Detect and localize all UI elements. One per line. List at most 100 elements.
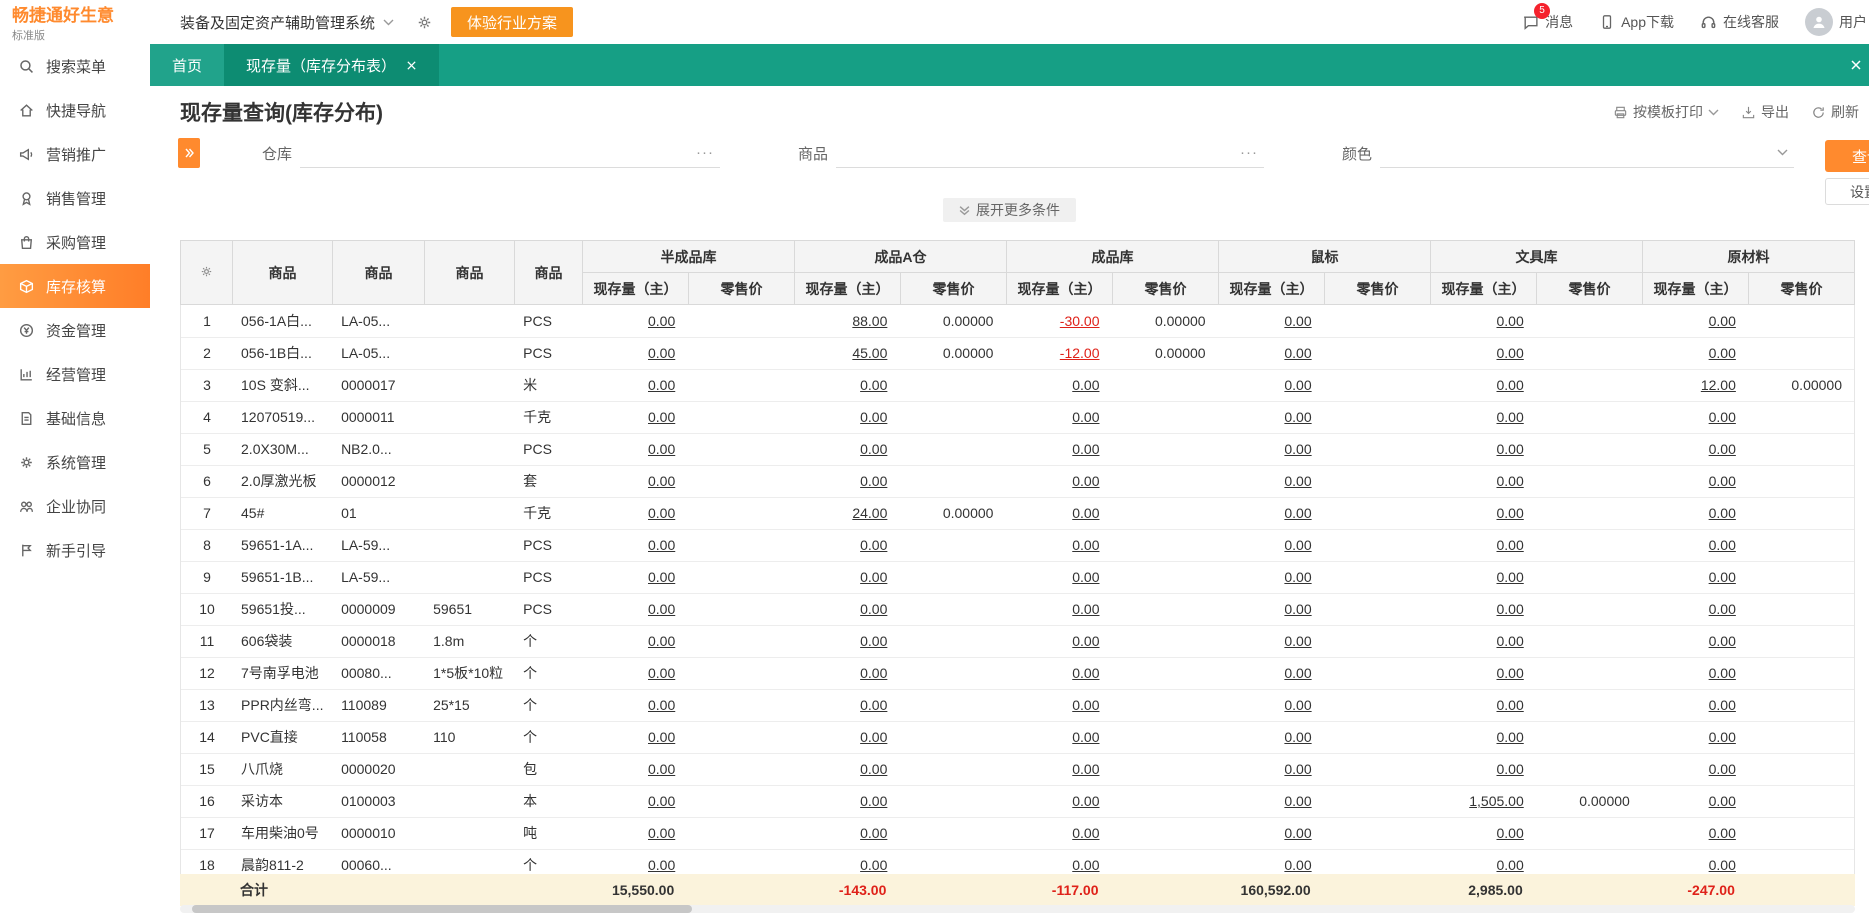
- filter-collapse-button[interactable]: [178, 138, 200, 168]
- qty-cell[interactable]: 0.00: [1219, 369, 1326, 402]
- qty-cell[interactable]: 0.00: [795, 593, 902, 626]
- qty-cell[interactable]: 0.00: [1007, 465, 1114, 498]
- qty-cell[interactable]: 0.00: [583, 817, 690, 850]
- expand-more-button[interactable]: 展开更多条件: [943, 198, 1076, 222]
- qty-cell[interactable]: 0.00: [1643, 529, 1750, 562]
- qty-cell[interactable]: 0.00: [1007, 401, 1114, 434]
- qty-cell[interactable]: 0.00: [583, 401, 690, 434]
- qty-cell[interactable]: 0.00: [583, 305, 690, 338]
- qty-cell[interactable]: 0.00: [1219, 657, 1326, 690]
- warehouse-picker-icon[interactable]: ···: [696, 144, 714, 161]
- qty-cell[interactable]: 0.00: [1007, 657, 1114, 690]
- qty-cell[interactable]: 0.00: [1219, 689, 1326, 722]
- qty-cell[interactable]: 0.00: [1219, 497, 1326, 530]
- qty-cell[interactable]: 0.00: [1643, 465, 1750, 498]
- qty-cell[interactable]: -30.00: [1007, 305, 1114, 338]
- qty-cell[interactable]: 0.00: [1219, 561, 1326, 594]
- qty-cell[interactable]: 0.00: [1007, 849, 1114, 874]
- qty-cell[interactable]: 0.00: [795, 433, 902, 466]
- online-service-button[interactable]: 在线客服: [1700, 12, 1779, 32]
- sidebar-item-purchase[interactable]: 采购管理: [0, 220, 150, 264]
- qty-cell[interactable]: 0.00: [1643, 753, 1750, 786]
- qty-cell[interactable]: 0.00: [1007, 817, 1114, 850]
- qty-cell[interactable]: 0.00: [1219, 817, 1326, 850]
- user-menu[interactable]: 用户: [1805, 8, 1867, 36]
- sidebar-item-search[interactable]: 搜索菜单: [0, 44, 150, 88]
- qty-cell[interactable]: 0.00: [1431, 753, 1538, 786]
- qty-cell[interactable]: 0.00: [1219, 625, 1326, 658]
- qty-cell[interactable]: 0.00: [1007, 689, 1114, 722]
- qty-cell[interactable]: 88.00: [795, 305, 902, 338]
- qty-cell[interactable]: 0.00: [1431, 689, 1538, 722]
- qty-cell[interactable]: 0.00: [1643, 497, 1750, 530]
- qty-cell[interactable]: 0.00: [1431, 561, 1538, 594]
- qty-cell[interactable]: 0.00: [795, 753, 902, 786]
- qty-cell[interactable]: 0.00: [1431, 721, 1538, 754]
- qty-cell[interactable]: 0.00: [1643, 625, 1750, 658]
- qty-cell[interactable]: 0.00: [1643, 433, 1750, 466]
- sidebar-item-system[interactable]: 系统管理: [0, 440, 150, 484]
- app-download-button[interactable]: App下载: [1599, 12, 1674, 32]
- qty-cell[interactable]: 0.00: [795, 817, 902, 850]
- sidebar-item-sales[interactable]: 销售管理: [0, 176, 150, 220]
- trial-solution-button[interactable]: 体验行业方案: [451, 7, 574, 37]
- product-input[interactable]: ···: [836, 138, 1265, 168]
- qty-cell[interactable]: 0.00: [583, 625, 690, 658]
- qty-cell[interactable]: 0.00: [1007, 721, 1114, 754]
- sidebar-item-quick-nav[interactable]: 快捷导航: [0, 88, 150, 132]
- qty-cell[interactable]: 0.00: [1643, 657, 1750, 690]
- qty-cell[interactable]: 0.00: [1431, 465, 1538, 498]
- sidebar-item-operations[interactable]: 经营管理: [0, 352, 150, 396]
- qty-cell[interactable]: 0.00: [1219, 785, 1326, 818]
- qty-cell[interactable]: 0.00: [795, 689, 902, 722]
- qty-cell[interactable]: 0.00: [1643, 305, 1750, 338]
- qty-cell[interactable]: 24.00: [795, 497, 902, 530]
- qty-cell[interactable]: 0.00: [583, 497, 690, 530]
- warehouse-input[interactable]: ···: [300, 138, 721, 168]
- qty-cell[interactable]: 0.00: [1219, 721, 1326, 754]
- qty-cell[interactable]: 0.00: [1007, 433, 1114, 466]
- qty-cell[interactable]: 0.00: [795, 561, 902, 594]
- workspace-gear-icon[interactable]: [416, 14, 433, 31]
- qty-cell[interactable]: 0.00: [795, 369, 902, 402]
- qty-cell[interactable]: 0.00: [1643, 593, 1750, 626]
- tab-0[interactable]: 首页: [150, 44, 225, 86]
- qty-cell[interactable]: 0.00: [583, 721, 690, 754]
- qty-cell[interactable]: 0.00: [583, 369, 690, 402]
- qty-cell[interactable]: 0.00: [795, 401, 902, 434]
- qty-cell[interactable]: 0.00: [795, 849, 902, 874]
- qty-cell[interactable]: 45.00: [795, 337, 902, 370]
- qty-cell[interactable]: 0.00: [1007, 369, 1114, 402]
- qty-cell[interactable]: 0.00: [583, 753, 690, 786]
- qty-cell[interactable]: 0.00: [795, 625, 902, 658]
- tabbar-close-all-icon[interactable]: [1843, 44, 1869, 86]
- qty-cell[interactable]: 0.00: [1007, 593, 1114, 626]
- qty-cell[interactable]: 0.00: [1643, 337, 1750, 370]
- sidebar-item-marketing[interactable]: 营销推广: [0, 132, 150, 176]
- sidebar-item-base-info[interactable]: 基础信息: [0, 396, 150, 440]
- qty-cell[interactable]: 0.00: [583, 657, 690, 690]
- system-select[interactable]: 装备及固定资产辅助管理系统: [180, 12, 394, 33]
- qty-cell[interactable]: 0.00: [583, 593, 690, 626]
- sidebar-item-collaboration[interactable]: 企业协同: [0, 484, 150, 528]
- sidebar-item-guide[interactable]: 新手引导: [0, 528, 150, 572]
- qty-cell[interactable]: 0.00: [583, 849, 690, 874]
- product-picker-icon[interactable]: ···: [1240, 144, 1258, 161]
- refresh-button[interactable]: 刷新: [1811, 102, 1859, 122]
- qty-cell[interactable]: 0.00: [583, 337, 690, 370]
- qty-cell[interactable]: 0.00: [1219, 337, 1326, 370]
- qty-cell[interactable]: 0.00: [1431, 849, 1538, 874]
- messages-button[interactable]: 5 消息: [1522, 3, 1573, 32]
- qty-cell[interactable]: 0.00: [1219, 753, 1326, 786]
- qty-cell[interactable]: 0.00: [1007, 785, 1114, 818]
- qty-cell[interactable]: 0.00: [1643, 785, 1750, 818]
- qty-cell[interactable]: 0.00: [1431, 593, 1538, 626]
- qty-cell[interactable]: 0.00: [583, 529, 690, 562]
- qty-cell[interactable]: 0.00: [1007, 753, 1114, 786]
- qty-cell[interactable]: 0.00: [1007, 529, 1114, 562]
- qty-cell[interactable]: 0.00: [583, 561, 690, 594]
- qty-cell[interactable]: 0.00: [1431, 625, 1538, 658]
- filter-settings-button[interactable]: 设置: [1825, 178, 1869, 205]
- scrollbar-thumb[interactable]: [192, 905, 692, 913]
- qty-cell[interactable]: 0.00: [1431, 817, 1538, 850]
